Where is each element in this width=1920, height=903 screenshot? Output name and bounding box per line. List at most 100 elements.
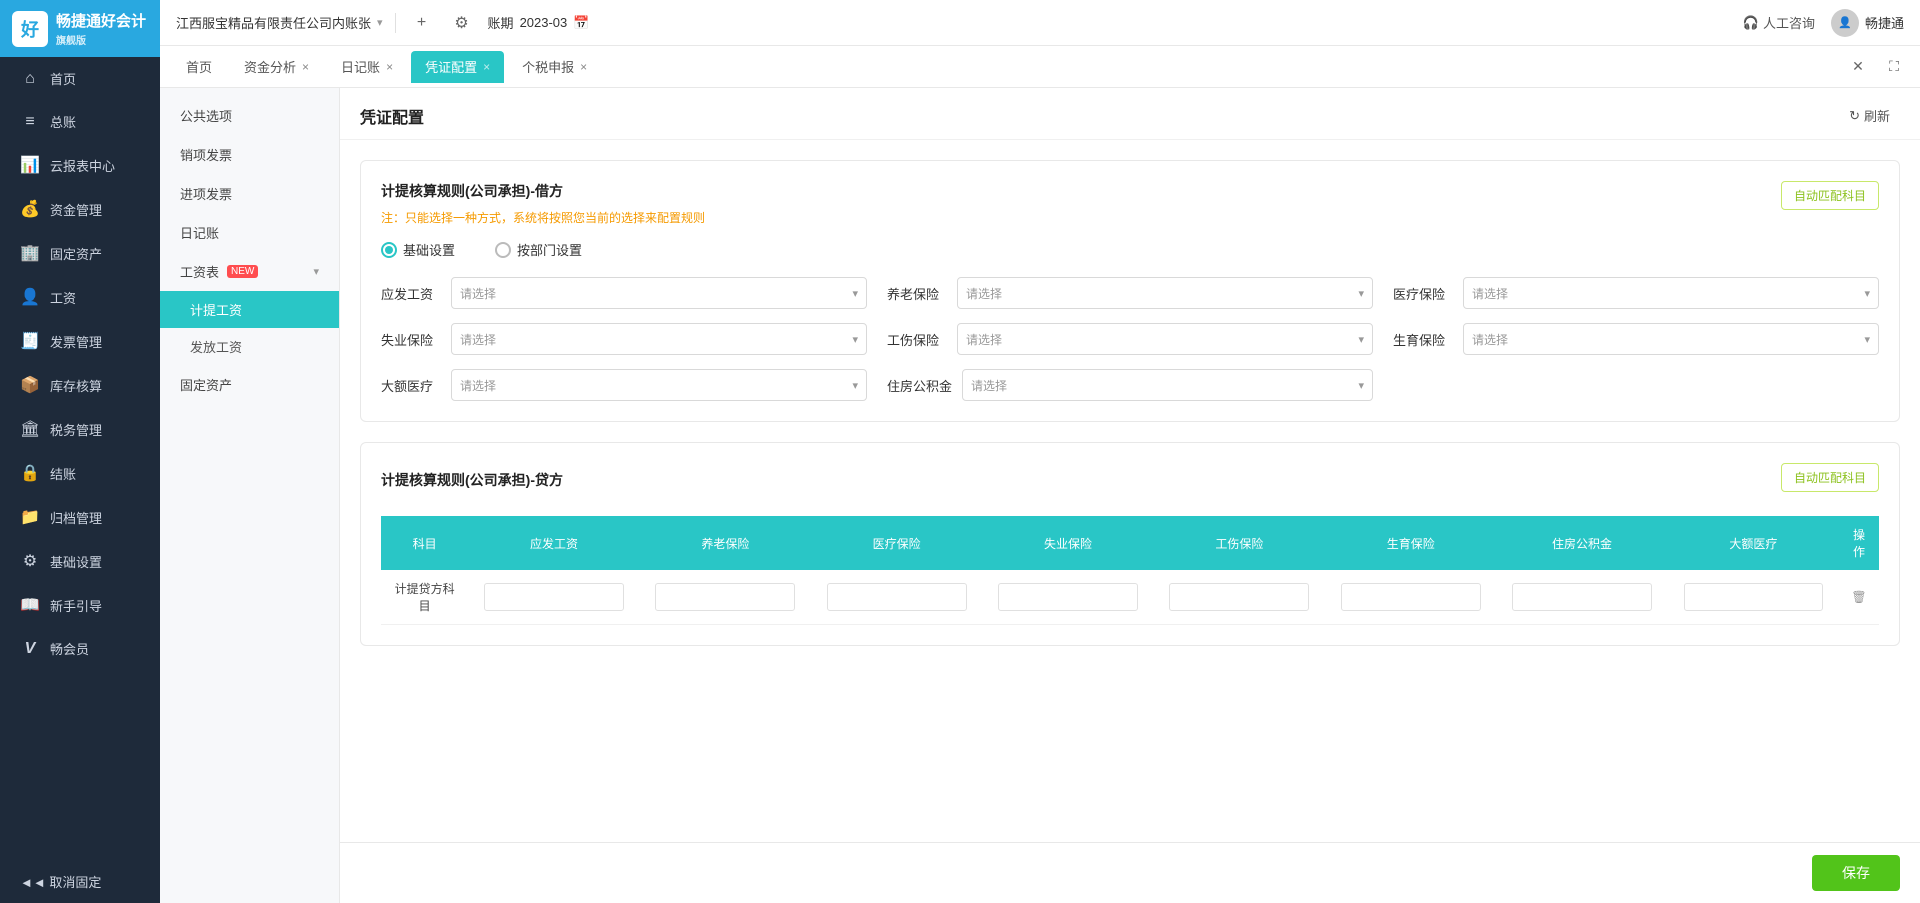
sidebar-item-ledger[interactable]: ≡ 总账 — [0, 100, 160, 143]
field-salary: 应发工资 请选择 ▾ — [381, 277, 867, 309]
tab-close-all-icon[interactable]: ✕ — [1844, 53, 1872, 81]
row-pension-input[interactable] — [655, 583, 795, 611]
row-maternity-input[interactable] — [1341, 583, 1481, 611]
cancel-fix-button[interactable]: ◄◄ 取消固定 — [0, 860, 160, 903]
row-large-medical-input[interactable] — [1684, 583, 1824, 611]
radio-basic[interactable]: 基础设置 — [381, 240, 455, 259]
tab-tax-close[interactable]: × — [580, 60, 587, 74]
tab-home[interactable]: 首页 — [172, 51, 226, 83]
debit-section-title: 计提核算规则(公司承担)-借方 — [381, 181, 705, 201]
row-salary-input[interactable] — [484, 583, 624, 611]
inventory-icon: 📦 — [20, 375, 40, 395]
salary-label: 应发工资 — [381, 284, 441, 303]
col-action: 操作 — [1839, 516, 1879, 570]
sidebar-item-settings[interactable]: ⚙ 基础设置 — [0, 539, 160, 583]
nav-purchase[interactable]: 进项发票 — [160, 174, 339, 213]
nav-calc-salary[interactable]: 计提工资 — [160, 291, 339, 328]
large-medical-select[interactable]: 请选择 ▾ — [451, 369, 867, 401]
debit-auto-match-button[interactable]: 自动匹配科目 — [1781, 181, 1879, 210]
table-row: 计提贷方科目 🗑 — [381, 570, 1879, 625]
credit-table: 科目 应发工资 养老保险 医疗保险 失业保险 工伤保险 生育保险 住房公积金 大… — [381, 516, 1879, 625]
housing-fund-label: 住房公积金 — [887, 376, 952, 395]
row-unemployment-input[interactable] — [998, 583, 1138, 611]
service-button[interactable]: 🎧 人工咨询 — [1743, 13, 1815, 32]
nav-payroll-table[interactable]: 工资表 NEW ▾ — [160, 252, 339, 291]
nav-fixed-assets-label: 固定资产 — [180, 375, 232, 394]
user-menu[interactable]: 👤 畅捷通 — [1831, 9, 1904, 37]
sidebar-item-guide[interactable]: 📖 新手引导 — [0, 583, 160, 627]
nav-pay-salary[interactable]: 发放工资 — [160, 328, 339, 365]
debit-section-content: 计提核算规则(公司承担)-借方 注：只能选择一种方式，系统将按照您当前的选择来配… — [381, 181, 705, 277]
settings-gear-icon[interactable]: ⚙ — [448, 9, 476, 37]
period-selector[interactable]: 账期 2023-03 📅 — [488, 13, 590, 32]
pension-label: 养老保险 — [887, 284, 947, 303]
sidebar-item-close[interactable]: 🔒 结账 — [0, 451, 160, 495]
refresh-button[interactable]: ↻ 刷新 — [1839, 102, 1900, 129]
col-housing: 住房公积金 — [1496, 516, 1667, 570]
tab-journal[interactable]: 日记账 × — [327, 51, 407, 83]
tab-finance[interactable]: 资金分析 × — [230, 51, 323, 83]
sidebar-item-vip[interactable]: V 畅会员 — [0, 627, 160, 670]
company-chevron-icon: ▾ — [377, 16, 383, 29]
tab-voucher[interactable]: 凭证配置 × — [411, 51, 504, 83]
sidebar-item-capital[interactable]: 💰 资金管理 — [0, 187, 160, 231]
row-unemployment-input-cell — [982, 570, 1153, 625]
sidebar-item-archive[interactable]: 📁 归档管理 — [0, 495, 160, 539]
sidebar-item-home[interactable]: ⌂ 首页 — [0, 57, 160, 100]
app-name-block: 畅捷通好会计 旗舰版 — [56, 10, 146, 47]
unemployment-select[interactable]: 请选择 ▾ — [451, 323, 867, 355]
delete-icon[interactable]: 🗑 — [1851, 590, 1866, 604]
company-selector[interactable]: 江西服宝精品有限责任公司内账张 ▾ — [176, 13, 383, 32]
row-pension-input-cell — [640, 570, 811, 625]
sidebar-item-inventory[interactable]: 📦 库存核算 — [0, 363, 160, 407]
sidebar-item-report[interactable]: 📊 云报表中心 — [0, 143, 160, 187]
radio-dept[interactable]: 按部门设置 — [495, 240, 582, 259]
nav-public[interactable]: 公共选项 — [160, 96, 339, 135]
nav-calc-salary-label: 计提工资 — [190, 303, 242, 318]
period-label: 账期 — [488, 13, 514, 32]
add-button[interactable]: + — [408, 9, 436, 37]
salary-select[interactable]: 请选择 ▾ — [451, 277, 867, 309]
service-label: 人工咨询 — [1763, 13, 1815, 32]
tab-tax[interactable]: 个税申报 × — [508, 51, 601, 83]
tab-finance-close[interactable]: × — [302, 60, 309, 74]
radio-basic-label: 基础设置 — [403, 240, 455, 259]
row-housing-input[interactable] — [1512, 583, 1652, 611]
maternity-select-placeholder: 请选择 — [1472, 331, 1508, 348]
sidebar-label-settings: 基础设置 — [50, 552, 102, 571]
row-maternity-input-cell — [1325, 570, 1496, 625]
period-value: 2023-03 — [520, 15, 568, 30]
field-unemployment: 失业保险 请选择 ▾ — [381, 323, 867, 355]
row-medical-input[interactable] — [827, 583, 967, 611]
sidebar-item-salary[interactable]: 👤 工资 — [0, 275, 160, 319]
pension-select[interactable]: 请选择 ▾ — [957, 277, 1373, 309]
sidebar-item-assets[interactable]: 🏢 固定资产 — [0, 231, 160, 275]
work-injury-select-placeholder: 请选择 — [966, 331, 1002, 348]
credit-auto-match-button[interactable]: 自动匹配科目 — [1781, 463, 1879, 492]
sidebar-item-invoice[interactable]: 🧾 发票管理 — [0, 319, 160, 363]
save-button[interactable]: 保存 — [1812, 855, 1900, 891]
housing-fund-select[interactable]: 请选择 ▾ — [962, 369, 1373, 401]
nav-sales[interactable]: 销项发票 — [160, 135, 339, 174]
medical-select[interactable]: 请选择 ▾ — [1463, 277, 1879, 309]
nav-fixed-assets[interactable]: 固定资产 — [160, 365, 339, 404]
sidebar-label-vip: 畅会员 — [50, 639, 89, 658]
work-injury-select[interactable]: 请选择 ▾ — [957, 323, 1373, 355]
avatar: 👤 — [1831, 9, 1859, 37]
maternity-select[interactable]: 请选择 ▾ — [1463, 323, 1879, 355]
large-medical-select-placeholder: 请选择 — [460, 377, 496, 394]
username: 畅捷通 — [1865, 13, 1904, 32]
page-title: 凭证配置 — [360, 104, 424, 128]
row-work-injury-input[interactable] — [1169, 583, 1309, 611]
tab-journal-label: 日记账 — [341, 57, 380, 76]
tab-voucher-close[interactable]: × — [483, 60, 490, 74]
panel-footer: 保存 — [340, 842, 1920, 903]
refresh-label: 刷新 — [1864, 106, 1890, 125]
topbar: 江西服宝精品有限责任公司内账张 ▾ + ⚙ 账期 2023-03 📅 🎧 人工咨… — [160, 0, 1920, 46]
tab-journal-close[interactable]: × — [386, 60, 393, 74]
sidebar-item-tax[interactable]: 🏛 税务管理 — [0, 407, 160, 451]
tab-expand-icon[interactable]: ⛶ — [1880, 53, 1908, 81]
row-housing-input-cell — [1496, 570, 1667, 625]
tab-tax-label: 个税申报 — [522, 57, 574, 76]
nav-journal[interactable]: 日记账 — [160, 213, 339, 252]
